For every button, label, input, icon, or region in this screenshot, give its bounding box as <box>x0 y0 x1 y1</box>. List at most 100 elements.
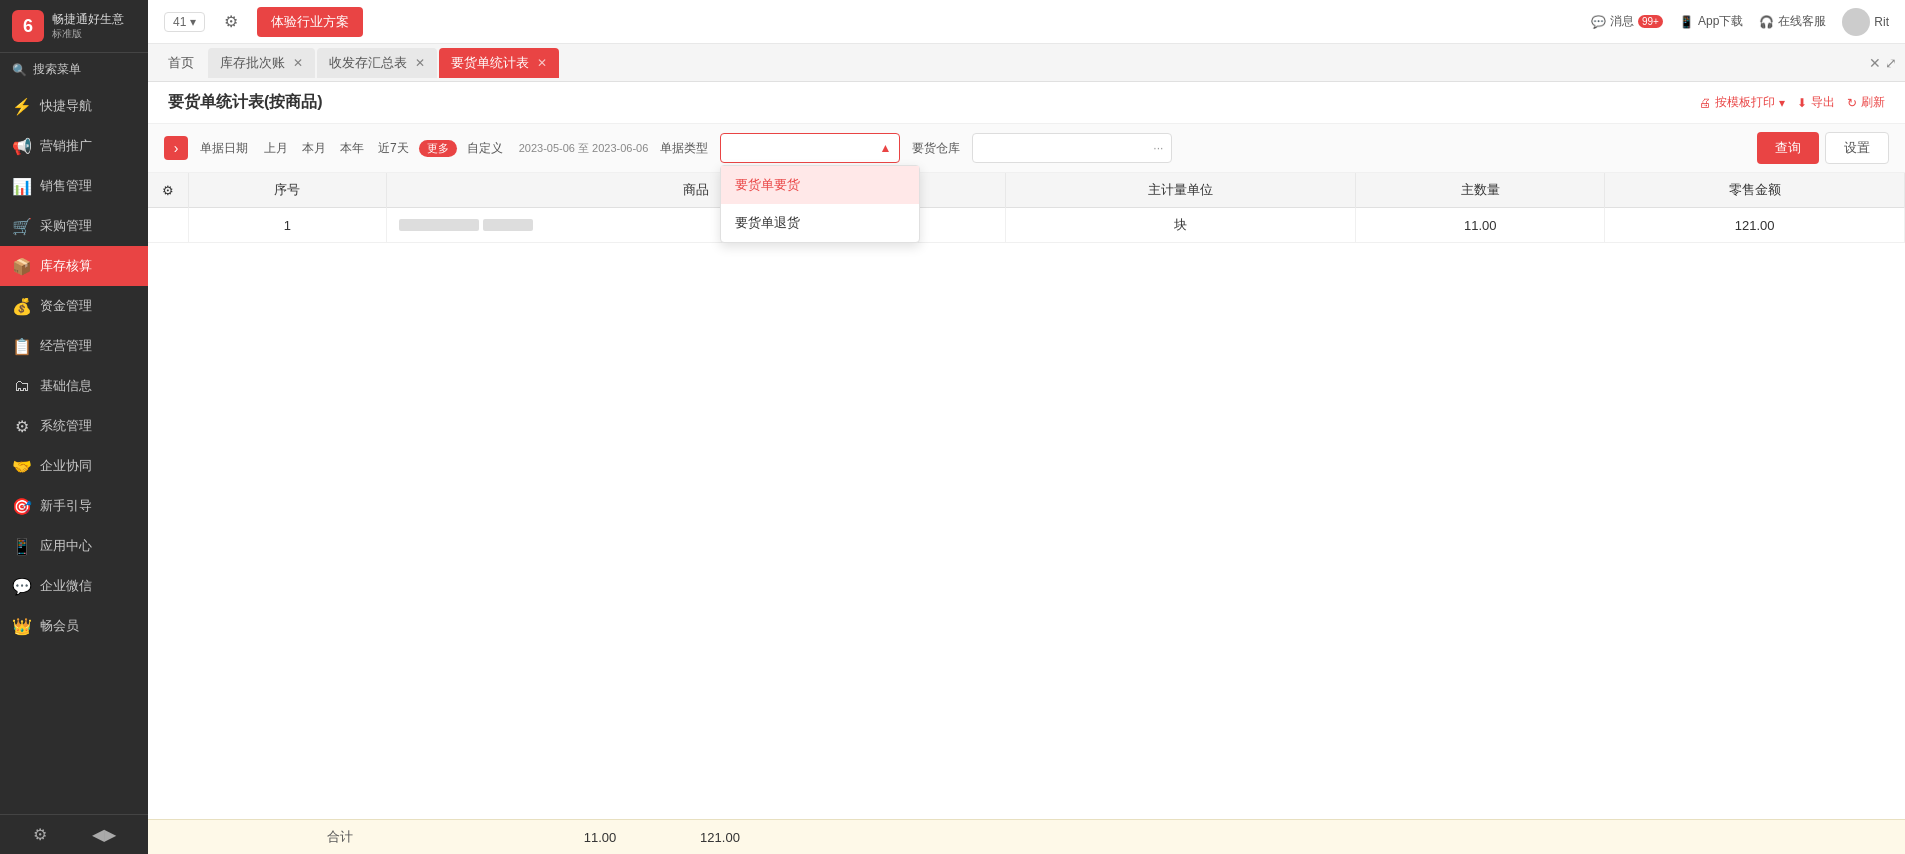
filter-expand-button[interactable]: › <box>164 136 188 160</box>
breadcrumb-select[interactable]: 41 ▾ <box>164 12 205 32</box>
trial-button[interactable]: 体验行业方案 <box>257 7 363 37</box>
footer-total-label: 合计 <box>240 828 440 846</box>
guide-icon: 🎯 <box>12 496 32 516</box>
user-menu[interactable]: Rit <box>1842 8 1889 36</box>
row-unit: 块 <box>1005 208 1355 243</box>
download-icon: 📱 <box>1679 15 1694 29</box>
product-name-placeholder <box>399 219 479 231</box>
type-select-arrow: ▲ <box>879 141 891 155</box>
header-right: 💬 消息 99+ 📱 App下载 🎧 在线客服 Rit <box>1591 8 1889 36</box>
sidebar-item-label: 资金管理 <box>40 297 92 315</box>
type-dropdown-menu: 要货单要货 要货单退货 <box>720 165 920 243</box>
dropdown-option-order[interactable]: 要货单要货 <box>721 166 919 204</box>
filter-bar: › 单据日期 上月 本月 本年 近7天 更多 自定义 2023-05-06 至 … <box>148 124 1905 173</box>
footer-main-qty: 11.00 <box>540 830 660 845</box>
app-download-button[interactable]: 📱 App下载 <box>1679 13 1743 30</box>
avatar <box>1842 8 1870 36</box>
sidebar-item-label: 新手引导 <box>40 497 92 515</box>
sidebar: 6 畅捷通好生意 标准版 🔍 搜索菜单 ⚡ 快捷导航 📢 营销推广 📊 销售管理… <box>0 0 148 854</box>
type-filter-label: 单据类型 <box>660 140 708 157</box>
search-label: 搜索菜单 <box>33 61 81 78</box>
table-settings-header[interactable]: ⚙ <box>148 173 188 208</box>
tab-close-icon[interactable]: ✕ <box>293 56 303 70</box>
tab-close-icon[interactable]: ✕ <box>415 56 425 70</box>
sidebar-item-guide[interactable]: 🎯 新手引导 <box>0 486 148 526</box>
finance-icon: 💰 <box>12 296 32 316</box>
tab-close-all-icon[interactable]: ✕ <box>1869 55 1881 71</box>
sidebar-item-member[interactable]: 👑 畅会员 <box>0 606 148 646</box>
sidebar-item-purchase[interactable]: 🛒 采购管理 <box>0 206 148 246</box>
more-dates-btn[interactable]: 更多 <box>419 140 457 157</box>
sidebar-item-label: 应用中心 <box>40 537 92 555</box>
page-title: 要货单统计表(按商品) <box>168 92 323 113</box>
tab-close-active-icon[interactable]: ✕ <box>537 56 547 70</box>
online-service-button[interactable]: 🎧 在线客服 <box>1759 13 1826 30</box>
sidebar-item-system[interactable]: ⚙ 系统管理 <box>0 406 148 446</box>
cooperation-icon: 🤝 <box>12 456 32 476</box>
breadcrumb-num: 41 <box>173 15 186 29</box>
sidebar-item-app-center[interactable]: 📱 应用中心 <box>0 526 148 566</box>
export-button[interactable]: ⬇ 导出 <box>1797 94 1835 111</box>
tab-receipt-summary[interactable]: 收发存汇总表 ✕ <box>317 48 437 78</box>
table-col-retail-amt: 零售金额 <box>1605 173 1905 208</box>
table-row: 1 块 11.00 121.00 <box>148 208 1905 243</box>
this-year-btn[interactable]: 本年 <box>336 138 368 159</box>
sidebar-item-basic[interactable]: 🗂 基础信息 <box>0 366 148 406</box>
page-header: 要货单统计表(按商品) 🖨 按模板打印 ▾ ⬇ 导出 ↻ 刷新 <box>148 82 1905 124</box>
print-template-button[interactable]: 🖨 按模板打印 ▾ <box>1699 94 1785 111</box>
app-download-label: App下载 <box>1698 13 1743 30</box>
export-icon: ⬇ <box>1797 96 1807 110</box>
sidebar-item-sales[interactable]: 📊 销售管理 <box>0 166 148 206</box>
refresh-button[interactable]: ↻ 刷新 <box>1847 94 1885 111</box>
sidebar-item-label: 系统管理 <box>40 417 92 435</box>
header-settings-button[interactable]: ⚙ <box>217 8 245 36</box>
page-actions: 🖨 按模板打印 ▾ ⬇ 导出 ↻ 刷新 <box>1699 94 1885 111</box>
custom-date-btn[interactable]: 自定义 <box>463 138 507 159</box>
sidebar-item-inventory[interactable]: 📦 库存核算 <box>0 246 148 286</box>
last-7-days-btn[interactable]: 近7天 <box>374 138 413 159</box>
sidebar-search[interactable]: 🔍 搜索菜单 <box>0 53 148 86</box>
message-icon: 💬 <box>1591 15 1606 29</box>
quick-nav-icon: ⚡ <box>12 96 32 116</box>
username: Rit <box>1874 15 1889 29</box>
warehouse-filter-label: 要货仓库 <box>912 140 960 157</box>
tab-order-stats[interactable]: 要货单统计表 ✕ <box>439 48 559 78</box>
sidebar-item-finance[interactable]: 💰 资金管理 <box>0 286 148 326</box>
refresh-label: 刷新 <box>1861 94 1885 111</box>
sidebar-item-wechat[interactable]: 💬 企业微信 <box>0 566 148 606</box>
print-label: 按模板打印 <box>1715 94 1775 111</box>
row-settings-cell <box>148 208 188 243</box>
table-body: 1 块 11.00 121.00 <box>148 208 1905 243</box>
tab-home[interactable]: 首页 <box>156 48 206 78</box>
tab-label: 库存批次账 <box>220 54 285 72</box>
top-header: 41 ▾ ⚙ 体验行业方案 💬 消息 99+ 📱 App下载 🎧 在线客服 <box>148 0 1905 44</box>
sidebar-item-label: 企业协同 <box>40 457 92 475</box>
app-logo: 6 畅捷通好生意 标准版 <box>0 0 148 53</box>
date-quick-btns: 上月 本月 本年 近7天 更多 自定义 <box>260 138 507 159</box>
sales-icon: 📊 <box>12 176 32 196</box>
settings-footer-icon[interactable]: ⚙ <box>33 825 47 844</box>
settings-button[interactable]: 设置 <box>1825 132 1889 164</box>
dropdown-option-return[interactable]: 要货单退货 <box>721 204 919 242</box>
row-retail-amt: 121.00 <box>1605 208 1905 243</box>
this-month-btn[interactable]: 本月 <box>298 138 330 159</box>
table-header-row: ⚙ 序号 商品 主计量单位 主数量 零售金额 <box>148 173 1905 208</box>
table-col-unit: 主计量单位 <box>1005 173 1355 208</box>
sidebar-item-cooperation[interactable]: 🤝 企业协同 <box>0 446 148 486</box>
type-select[interactable]: ▲ <box>720 133 900 163</box>
query-button[interactable]: 查询 <box>1757 132 1819 164</box>
sidebar-item-operation[interactable]: 📋 经营管理 <box>0 326 148 366</box>
warehouse-more-icon: ··· <box>1153 141 1163 155</box>
app-center-icon: 📱 <box>12 536 32 556</box>
sidebar-item-quick-nav[interactable]: ⚡ 快捷导航 <box>0 86 148 126</box>
refresh-icon: ↻ <box>1847 96 1857 110</box>
system-icon: ⚙ <box>12 416 32 436</box>
basic-icon: 🗂 <box>12 376 32 396</box>
tab-maximize-icon[interactable]: ⤢ <box>1885 55 1897 71</box>
collapse-icon[interactable]: ◀▶ <box>92 825 116 844</box>
tab-inventory-batch[interactable]: 库存批次账 ✕ <box>208 48 315 78</box>
message-button[interactable]: 💬 消息 99+ <box>1591 13 1663 30</box>
last-month-btn[interactable]: 上月 <box>260 138 292 159</box>
warehouse-select[interactable]: ··· <box>972 133 1172 163</box>
sidebar-item-marketing[interactable]: 📢 营销推广 <box>0 126 148 166</box>
